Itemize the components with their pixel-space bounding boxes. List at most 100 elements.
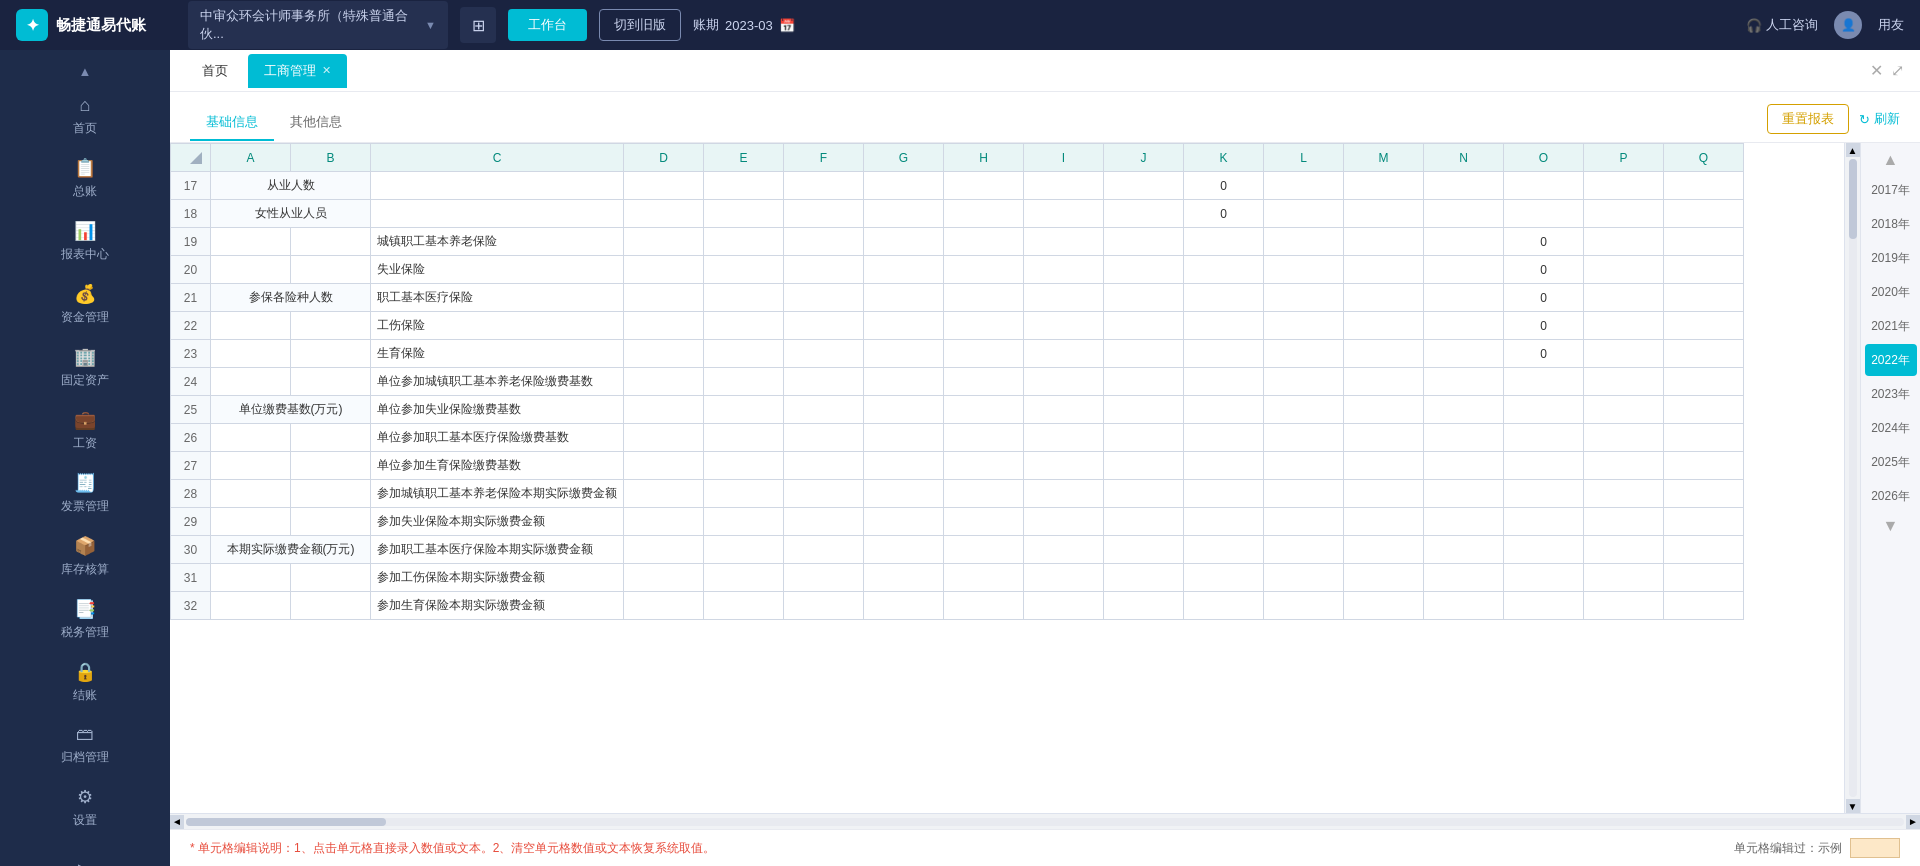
cell-27-f[interactable] <box>784 452 864 480</box>
cell-32-d[interactable] <box>624 592 704 620</box>
cell-31-q[interactable] <box>1664 564 1744 592</box>
hscroll-thumb[interactable] <box>186 818 386 826</box>
cell-24-g[interactable] <box>864 368 944 396</box>
cell-27-d[interactable] <box>624 452 704 480</box>
cell-29-j[interactable] <box>1104 508 1184 536</box>
cell-23-c[interactable]: 生育保险 <box>371 340 624 368</box>
cell-24-q[interactable] <box>1664 368 1744 396</box>
cell-23-i[interactable] <box>1024 340 1104 368</box>
cell-29-k[interactable] <box>1184 508 1264 536</box>
cell-32-i[interactable] <box>1024 592 1104 620</box>
cell-19-a[interactable] <box>211 228 291 256</box>
cell-24-e[interactable] <box>704 368 784 396</box>
vertical-scrollbar[interactable]: ▲ ▼ <box>1844 143 1860 813</box>
cell-21-j[interactable] <box>1104 284 1184 312</box>
cell-29-l[interactable] <box>1264 508 1344 536</box>
cell-25-ab[interactable]: 单位缴费基数(万元) <box>211 396 371 424</box>
cell-26-n[interactable] <box>1424 424 1504 452</box>
cell-22-d[interactable] <box>624 312 704 340</box>
cell-22-c[interactable]: 工伤保险 <box>371 312 624 340</box>
cell-22-k[interactable] <box>1184 312 1264 340</box>
cell-29-d[interactable] <box>624 508 704 536</box>
cell-18-h[interactable] <box>944 200 1024 228</box>
cell-19-e[interactable] <box>704 228 784 256</box>
sidebar-item-reports[interactable]: 📊 报表中心 <box>0 210 170 273</box>
cell-20-j[interactable] <box>1104 256 1184 284</box>
cell-18-e[interactable] <box>704 200 784 228</box>
cell-30-o[interactable] <box>1504 536 1584 564</box>
cell-29-q[interactable] <box>1664 508 1744 536</box>
cell-22-i[interactable] <box>1024 312 1104 340</box>
cell-21-m[interactable] <box>1344 284 1424 312</box>
cell-31-o[interactable] <box>1504 564 1584 592</box>
vscroll-track[interactable] <box>1849 159 1857 797</box>
cell-25-c[interactable]: 单位参加失业保险缴费基数 <box>371 396 624 424</box>
cell-22-m[interactable] <box>1344 312 1424 340</box>
cell-28-o[interactable] <box>1504 480 1584 508</box>
year-item-2017[interactable]: 2017年 <box>1865 174 1917 206</box>
cell-20-o[interactable]: 0 <box>1504 256 1584 284</box>
cell-23-e[interactable] <box>704 340 784 368</box>
cell-30-l[interactable] <box>1264 536 1344 564</box>
cell-26-e[interactable] <box>704 424 784 452</box>
cell-19-h[interactable] <box>944 228 1024 256</box>
cell-28-k[interactable] <box>1184 480 1264 508</box>
cell-28-a[interactable] <box>211 480 291 508</box>
cell-32-h[interactable] <box>944 592 1024 620</box>
workbench-button[interactable]: 工作台 <box>508 9 587 41</box>
cell-22-o[interactable]: 0 <box>1504 312 1584 340</box>
subtab-basic[interactable]: 基础信息 <box>190 105 274 141</box>
sidebar-item-settings[interactable]: ⚙ 设置 <box>0 776 170 839</box>
cell-30-p[interactable] <box>1584 536 1664 564</box>
cell-32-a[interactable] <box>211 592 291 620</box>
window-close-icon[interactable]: ✕ <box>1870 61 1883 80</box>
vscroll-up-button[interactable]: ▲ <box>1846 143 1860 157</box>
cell-21-k[interactable] <box>1184 284 1264 312</box>
cell-25-j[interactable] <box>1104 396 1184 424</box>
cell-26-h[interactable] <box>944 424 1024 452</box>
cell-25-k[interactable] <box>1184 396 1264 424</box>
cell-27-j[interactable] <box>1104 452 1184 480</box>
cell-27-c[interactable]: 单位参加生育保险缴费基数 <box>371 452 624 480</box>
tab-industry[interactable]: 工商管理 ✕ <box>248 54 347 88</box>
cell-26-l[interactable] <box>1264 424 1344 452</box>
hscroll-left-button[interactable]: ◄ <box>170 815 184 829</box>
cell-32-l[interactable] <box>1264 592 1344 620</box>
cell-23-d[interactable] <box>624 340 704 368</box>
vscroll-down-button[interactable]: ▼ <box>1846 799 1860 813</box>
cell-27-q[interactable] <box>1664 452 1744 480</box>
cell-20-e[interactable] <box>704 256 784 284</box>
cell-25-m[interactable] <box>1344 396 1424 424</box>
cell-17-k[interactable]: 0 <box>1184 172 1264 200</box>
cell-19-d[interactable] <box>624 228 704 256</box>
cell-23-q[interactable] <box>1664 340 1744 368</box>
cell-21-l[interactable] <box>1264 284 1344 312</box>
cell-23-k[interactable] <box>1184 340 1264 368</box>
year-item-2021[interactable]: 2021年 <box>1865 310 1917 342</box>
company-icon-button[interactable]: ⊞ <box>460 7 496 43</box>
cell-27-i[interactable] <box>1024 452 1104 480</box>
year-item-2023[interactable]: 2023年 <box>1865 378 1917 410</box>
service-button[interactable]: 🎧 人工咨询 <box>1746 16 1818 34</box>
cell-31-n[interactable] <box>1424 564 1504 592</box>
cell-21-n[interactable] <box>1424 284 1504 312</box>
calendar-icon[interactable]: 📅 <box>779 18 795 33</box>
cell-27-b[interactable] <box>291 452 371 480</box>
hscroll-track[interactable] <box>186 818 1904 826</box>
cell-24-p[interactable] <box>1584 368 1664 396</box>
cell-28-d[interactable] <box>624 480 704 508</box>
cell-18-j[interactable] <box>1104 200 1184 228</box>
cell-23-p[interactable] <box>1584 340 1664 368</box>
cell-30-j[interactable] <box>1104 536 1184 564</box>
cell-26-j[interactable] <box>1104 424 1184 452</box>
cell-27-k[interactable] <box>1184 452 1264 480</box>
cell-28-g[interactable] <box>864 480 944 508</box>
year-item-2020[interactable]: 2020年 <box>1865 276 1917 308</box>
cell-19-p[interactable] <box>1584 228 1664 256</box>
cell-18-i[interactable] <box>1024 200 1104 228</box>
cell-21-q[interactable] <box>1664 284 1744 312</box>
cell-17-q[interactable] <box>1664 172 1744 200</box>
cell-18-m[interactable] <box>1344 200 1424 228</box>
cell-27-p[interactable] <box>1584 452 1664 480</box>
cell-21-c[interactable]: 职工基本医疗保险 <box>371 284 624 312</box>
